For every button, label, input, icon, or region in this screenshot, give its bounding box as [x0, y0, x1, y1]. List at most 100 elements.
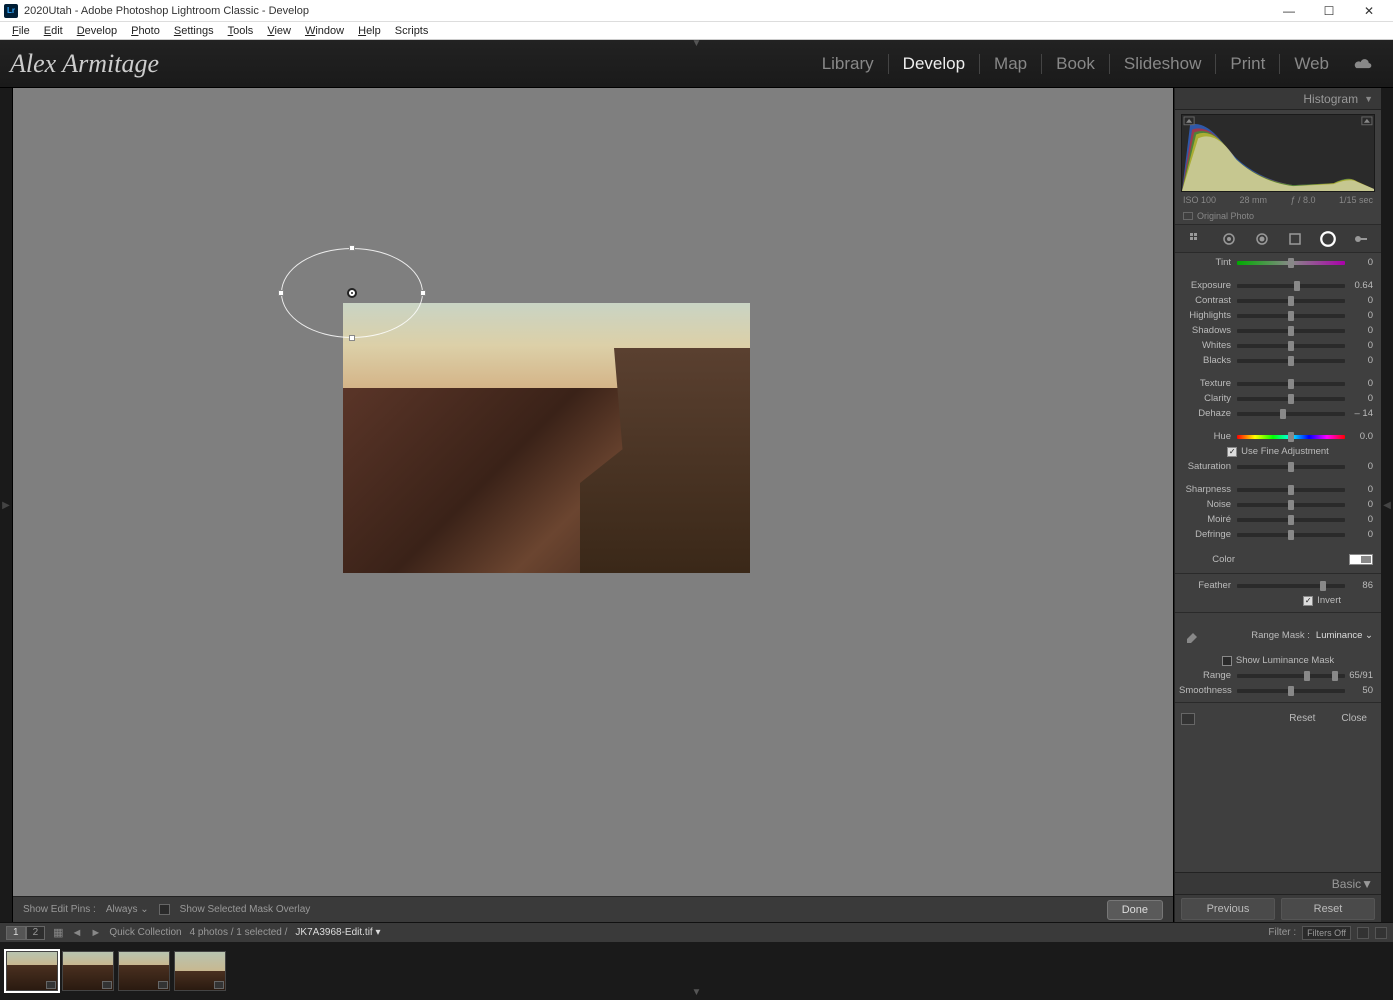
panel-switch-icon[interactable] — [1181, 713, 1195, 725]
dehaze-slider[interactable]: Dehaze– 14 — [1175, 406, 1381, 421]
module-library[interactable]: Library — [808, 54, 889, 74]
tint-slider[interactable]: Tint0 — [1175, 255, 1381, 270]
exposure-slider[interactable]: Exposure0.64 — [1175, 278, 1381, 293]
menu-view[interactable]: View — [261, 25, 297, 37]
radial-handle-left[interactable] — [278, 290, 284, 296]
left-panel-toggle[interactable]: ▶ — [0, 88, 12, 922]
nav-back-icon[interactable]: ◄ — [72, 927, 83, 939]
current-filename[interactable]: JK7A3968-Edit.tif ▾ — [295, 927, 380, 938]
menu-photo[interactable]: Photo — [125, 25, 166, 37]
show-overlay-label: Show Selected Mask Overlay — [180, 904, 311, 915]
module-slideshow[interactable]: Slideshow — [1110, 54, 1217, 74]
view-mode-1[interactable]: 1 — [6, 926, 26, 940]
show-luminance-mask-checkbox[interactable]: Show Luminance Mask — [1175, 653, 1381, 668]
radial-filter-tool[interactable] — [1317, 228, 1339, 250]
menu-help[interactable]: Help — [352, 25, 387, 37]
contrast-slider[interactable]: Contrast0 — [1175, 293, 1381, 308]
redeye-tool[interactable] — [1251, 228, 1273, 250]
image-canvas[interactable] — [13, 88, 1173, 896]
saturation-slider[interactable]: Saturation0 — [1175, 459, 1381, 474]
spot-removal-tool[interactable] — [1218, 228, 1240, 250]
sharpness-slider[interactable]: Sharpness0 — [1175, 482, 1381, 497]
right-panel: Histogram▼ ISO 100 28 mm ƒ / 8.0 1/15 se… — [1174, 88, 1381, 922]
menu-window[interactable]: Window — [299, 25, 350, 37]
eyedropper-icon[interactable] — [1183, 623, 1207, 647]
module-develop[interactable]: Develop — [889, 54, 980, 74]
adjustment-brush-tool[interactable] — [1350, 228, 1372, 250]
histogram-header[interactable]: Histogram▼ — [1175, 88, 1381, 110]
histogram-shutter: 1/15 sec — [1339, 195, 1373, 205]
minimize-button[interactable]: — — [1269, 0, 1309, 22]
app-icon: Lr — [4, 4, 18, 18]
range-mask-select[interactable]: Luminance ⌄ — [1316, 630, 1373, 641]
shadows-slider[interactable]: Shadows0 — [1175, 323, 1381, 338]
filmstrip: ▼ — [0, 942, 1393, 1000]
done-button[interactable]: Done — [1107, 900, 1163, 920]
view-mode-2[interactable]: 2 — [26, 926, 46, 940]
color-swatch[interactable] — [1349, 554, 1373, 565]
menu-develop[interactable]: Develop — [71, 25, 123, 37]
right-panel-toggle[interactable]: ◀ — [1381, 88, 1393, 922]
photo-count: 4 photos / 1 selected / — [190, 927, 288, 938]
clarity-slider[interactable]: Clarity0 — [1175, 391, 1381, 406]
crop-tool[interactable] — [1185, 228, 1207, 250]
histogram-display[interactable] — [1181, 114, 1375, 192]
identity-plate: Alex Armitage — [10, 49, 159, 79]
module-web[interactable]: Web — [1280, 54, 1343, 74]
filmstrip-toggle[interactable]: ▼ — [692, 987, 702, 998]
filter-lock-icon[interactable] — [1357, 927, 1369, 939]
nav-forward-icon[interactable]: ► — [90, 927, 101, 939]
thumbnail-4[interactable] — [174, 951, 226, 991]
module-map[interactable]: Map — [980, 54, 1042, 74]
menu-tools[interactable]: Tools — [222, 25, 260, 37]
filmstrip-info-bar: 12 ▦ ◄ ► Quick Collection 4 photos / 1 s… — [0, 922, 1393, 942]
defringe-slider[interactable]: Defringe0 — [1175, 527, 1381, 542]
basic-panel-header[interactable]: Basic▼ — [1175, 872, 1381, 894]
previous-button[interactable]: Previous — [1181, 898, 1275, 920]
original-photo-toggle[interactable]: Original Photo — [1175, 208, 1381, 225]
whites-slider[interactable]: Whites0 — [1175, 338, 1381, 353]
noise-slider[interactable]: Noise0 — [1175, 497, 1381, 512]
graduated-filter-tool[interactable] — [1284, 228, 1306, 250]
feather-slider[interactable]: Feather86 — [1175, 578, 1381, 593]
cloud-sync-icon[interactable] — [1353, 57, 1373, 71]
module-print[interactable]: Print — [1216, 54, 1280, 74]
moire-slider[interactable]: Moiré0 — [1175, 512, 1381, 527]
menu-file[interactable]: File — [6, 25, 36, 37]
invert-checkbox[interactable]: ✓Invert — [1175, 593, 1381, 608]
radial-center-pin[interactable] — [347, 288, 357, 298]
blacks-slider[interactable]: Blacks0 — [1175, 353, 1381, 368]
window-title-bar: Lr 2020Utah - Adobe Photoshop Lightroom … — [0, 0, 1393, 22]
show-overlay-checkbox[interactable] — [159, 904, 170, 915]
module-book[interactable]: Book — [1042, 54, 1110, 74]
grid-view-icon[interactable]: ▦ — [53, 926, 63, 939]
hue-slider[interactable]: Hue0.0 — [1175, 429, 1381, 444]
close-button[interactable]: ✕ — [1349, 0, 1389, 22]
menu-settings[interactable]: Settings — [168, 25, 220, 37]
color-picker-row[interactable]: Color — [1175, 550, 1381, 569]
histogram-iso: ISO 100 — [1183, 195, 1216, 205]
fine-adjustment-checkbox[interactable]: ✓Use Fine Adjustment — [1175, 444, 1381, 459]
radial-filter-overlay[interactable] — [281, 248, 423, 338]
thumbnail-3[interactable] — [118, 951, 170, 991]
panel-reset-button[interactable]: Reset — [1281, 711, 1323, 726]
filter-options-icon[interactable] — [1375, 927, 1387, 939]
menu-scripts[interactable]: Scripts — [389, 25, 435, 37]
highlights-slider[interactable]: Highlights0 — [1175, 308, 1381, 323]
radial-handle-top[interactable] — [349, 245, 355, 251]
range-slider[interactable]: Range65/91 — [1175, 668, 1381, 683]
texture-slider[interactable]: Texture0 — [1175, 376, 1381, 391]
radial-handle-bottom[interactable] — [349, 335, 355, 341]
thumbnail-2[interactable] — [62, 951, 114, 991]
menu-edit[interactable]: Edit — [38, 25, 69, 37]
thumbnail-1[interactable] — [6, 951, 58, 991]
collection-name[interactable]: Quick Collection — [109, 927, 181, 938]
radial-handle-right[interactable] — [420, 290, 426, 296]
top-panel-toggle[interactable]: ▼ — [692, 38, 702, 49]
panel-close-button[interactable]: Close — [1333, 711, 1375, 726]
show-pins-select[interactable]: Always ⌄ — [106, 904, 149, 915]
maximize-button[interactable]: ☐ — [1309, 0, 1349, 22]
reset-button[interactable]: Reset — [1281, 898, 1375, 920]
smoothness-slider[interactable]: Smoothness50 — [1175, 683, 1381, 698]
filter-select[interactable]: Filters Off — [1302, 926, 1351, 940]
